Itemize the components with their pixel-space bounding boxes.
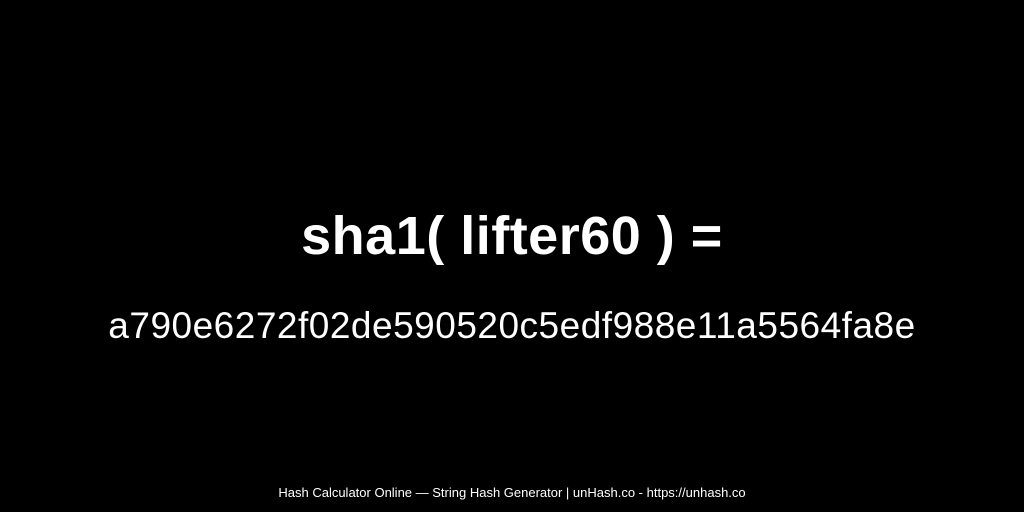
hash-expression: sha1( lifter60 ) = — [301, 205, 723, 267]
hash-result: a790e6272f02de590520c5edf988e11a5564fa8e — [108, 305, 915, 347]
hash-display: sha1( lifter60 ) = a790e6272f02de590520c… — [108, 0, 915, 512]
footer-text: Hash Calculator Online — String Hash Gen… — [0, 485, 1024, 500]
